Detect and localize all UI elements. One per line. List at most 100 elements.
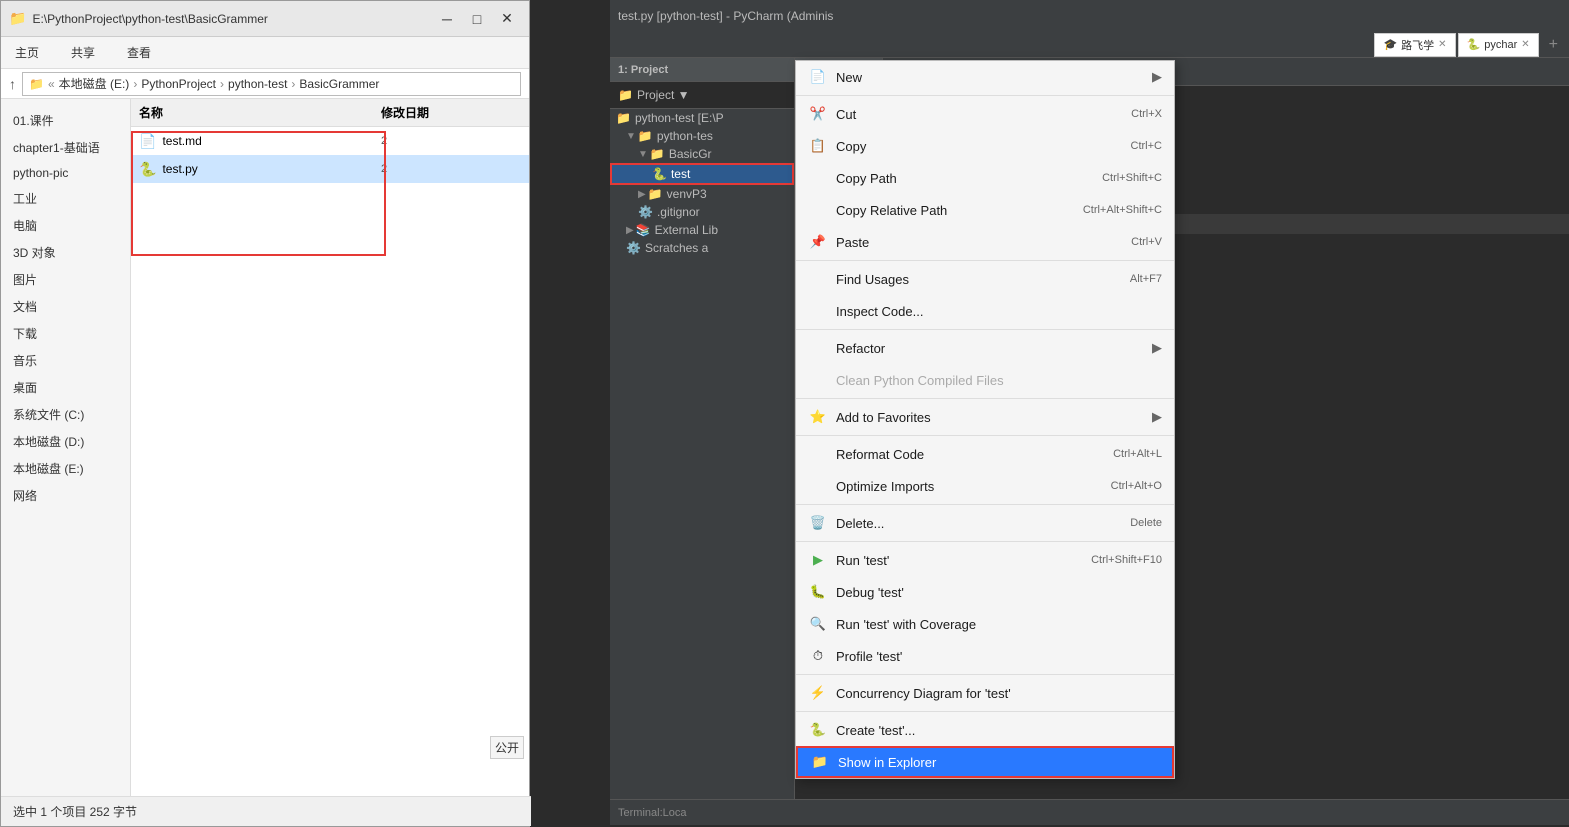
sidebar-item-2[interactable]: python-pic [1,161,130,185]
local-label: Loca [663,807,687,819]
sidebar-item-5[interactable]: 3D 对象 [1,239,130,266]
ctx-delete-shortcut: Delete [1130,517,1162,529]
file-row-testmd[interactable]: 📄 test.md 2 [131,127,529,155]
ctx-item-debug[interactable]: 🐛 Debug 'test' [796,576,1174,608]
ctx-item-inspect[interactable]: Inspect Code... [796,295,1174,327]
sidebar-item-7[interactable]: 文档 [1,293,130,320]
sidebar-item-13[interactable]: 本地磁盘 (E:) [1,455,130,482]
ctx-favorites-label: Add to Favorites [836,410,1146,425]
tree-label-2: BasicGr [669,147,712,161]
tree-basicgr[interactable]: ▼ 📁 BasicGr [610,145,794,163]
breadcrumb[interactable]: 📁 « 本地磁盘 (E:) › PythonProject › python-t… [22,72,521,96]
ctx-coverage-label: Run 'test' with Coverage [836,617,1162,632]
browser-tab-pycharm[interactable]: 🐍 pychar ✕ [1458,33,1539,57]
nav-back[interactable]: ↑ [9,76,16,92]
ctx-item-paste[interactable]: 📌 Paste Ctrl+V [796,226,1174,258]
ribbon-view[interactable]: 查看 [121,40,157,65]
ctx-sep-4 [796,398,1174,399]
tree-external-lib[interactable]: ▶ 📚 External Lib [610,221,794,239]
ctx-item-create[interactable]: 🐍 Create 'test'... [796,714,1174,746]
ctx-copypath-label: Copy Path [836,171,1090,186]
ctx-copy-icon: 📋 [808,138,828,154]
ctx-item-cut[interactable]: ✂️ Cut Ctrl+X [796,98,1174,130]
ribbon-home[interactable]: 主页 [9,40,45,65]
ctx-item-refactor[interactable]: Refactor ▶ [796,332,1174,364]
ctx-item-add-favorites[interactable]: ⭐ Add to Favorites ▶ [796,401,1174,433]
tree-folder-icon-2: 📁 [650,147,665,161]
ctx-sep-5 [796,435,1174,436]
sidebar-item-4[interactable]: 电脑 [1,212,130,239]
tree-gitignore[interactable]: ⚙️ .gitignor [610,203,794,221]
ctx-new-arrow: ▶ [1152,69,1162,85]
tree-label-0: python-test [E:\P [635,111,724,125]
ctx-item-copy-rel-path[interactable]: Copy Relative Path Ctrl+Alt+Shift+C [796,194,1174,226]
ribbon-share[interactable]: 共享 [65,40,101,65]
ctx-item-run[interactable]: ▶ Run 'test' Ctrl+Shift+F10 [796,544,1174,576]
ctx-item-optimize[interactable]: Optimize Imports Ctrl+Alt+O [796,470,1174,502]
file-list: 名称 修改日期 📄 test.md 2 🐍 test.py 2 [131,99,529,798]
file-row-testpy[interactable]: 🐍 test.py 2 [131,155,529,183]
ctx-cut-icon: ✂️ [808,106,828,122]
ctx-item-show-explorer[interactable]: 📁 Show in Explorer [796,746,1174,778]
tree-arrow-expand-2: ▼ [638,149,648,160]
file-date-testpy: 2 [381,163,521,175]
ctx-item-copy-path[interactable]: Copy Path Ctrl+Shift+C [796,162,1174,194]
ctx-item-reformat[interactable]: Reformat Code Ctrl+Alt+L [796,438,1174,470]
ctx-sep-1 [796,95,1174,96]
ctx-item-clean[interactable]: Clean Python Compiled Files [796,364,1174,396]
tree-python-test-root[interactable]: 📁 python-test [E:\P [610,109,794,127]
breadcrumb-part-3: python-test [228,77,287,91]
sidebar-item-1[interactable]: chapter1-基础语 [1,134,130,161]
ctx-new-label: New [836,70,1146,85]
sidebar-item-0[interactable]: 01.课件 [1,107,130,134]
maximize-button[interactable]: □ [463,8,491,30]
tree-folder-icon-1: 📁 [638,129,653,143]
ctx-copypath-shortcut: Ctrl+Shift+C [1102,172,1162,184]
tree-git-icon: ⚙️ [638,205,653,219]
ctx-item-find-usages[interactable]: Find Usages Alt+F7 [796,263,1174,295]
file-icon-testmd: 📄 [139,133,156,150]
file-list-header: 名称 修改日期 [131,99,529,127]
tree-python-tes[interactable]: ▼ 📁 python-tes [610,127,794,145]
status-text: 选中 1 个项目 252 字节 [13,803,137,820]
tree-test-py[interactable]: 🐍 test [610,163,794,185]
browser-tab-lufeizue[interactable]: 🎓 路飞学 ✕ [1374,33,1455,57]
sidebar-item-14[interactable]: 网络 [1,482,130,509]
tree-venvp3[interactable]: ▶ 📁 venvP3 [610,185,794,203]
sidebar-item-3[interactable]: 工业 [1,185,130,212]
sidebar-item-12[interactable]: 本地磁盘 (D:) [1,428,130,455]
ctx-run-shortcut: Ctrl+Shift+F10 [1091,554,1162,566]
ctx-item-new[interactable]: 📄 New ▶ [796,61,1174,93]
sidebar-item-6[interactable]: 图片 [1,266,130,293]
ctx-profile-icon: ⏱ [808,648,828,664]
sidebar-item-11[interactable]: 系统文件 (C:) [1,401,130,428]
tree-scratches[interactable]: ⚙️ Scratches a [610,239,794,257]
tree-py-icon: 🐍 [652,167,667,181]
minimize-button[interactable]: ─ [433,8,461,30]
ctx-inspect-label: Inspect Code... [836,304,1162,319]
tree-folder-icon-venv: 📁 [648,187,663,201]
ctx-cut-label: Cut [836,107,1119,122]
ide-menubar: 🎓 路飞学 ✕ 🐍 pychar ✕ + [610,32,1569,58]
sidebar-item-8[interactable]: 下载 [1,320,130,347]
browser-tab-pycharm-close[interactable]: ✕ [1521,39,1529,50]
ctx-paste-icon: 📌 [808,234,828,250]
close-button[interactable]: ✕ [493,8,521,30]
ctx-favorites-icon: ⭐ [808,409,828,425]
ctx-sep-6 [796,504,1174,505]
ctx-sep-8 [796,674,1174,675]
browser-tab-add[interactable]: + [1541,36,1566,54]
sidebar-item-9[interactable]: 音乐 [1,347,130,374]
project-header[interactable]: 📁 Project ▼ [610,82,794,109]
ctx-clean-label: Clean Python Compiled Files [836,373,1162,388]
sidebar-item-10[interactable]: 桌面 [1,374,130,401]
ctx-item-delete[interactable]: 🗑️ Delete... Delete [796,507,1174,539]
tree-arrow-extlib: ▶ [626,225,634,236]
browser-tab-lufeizue-close[interactable]: ✕ [1438,39,1446,50]
ctx-item-profile[interactable]: ⏱ Profile 'test' [796,640,1174,672]
ctx-item-copy[interactable]: 📋 Copy Ctrl+C [796,130,1174,162]
explorer-content: 01.课件 chapter1-基础语 python-pic 工业 电脑 3D 对… [1,99,529,798]
ctx-reformat-shortcut: Ctrl+Alt+L [1113,448,1162,460]
ctx-item-coverage[interactable]: 🔍 Run 'test' with Coverage [796,608,1174,640]
ctx-item-concurrency[interactable]: ⚡ Concurrency Diagram for 'test' [796,677,1174,709]
